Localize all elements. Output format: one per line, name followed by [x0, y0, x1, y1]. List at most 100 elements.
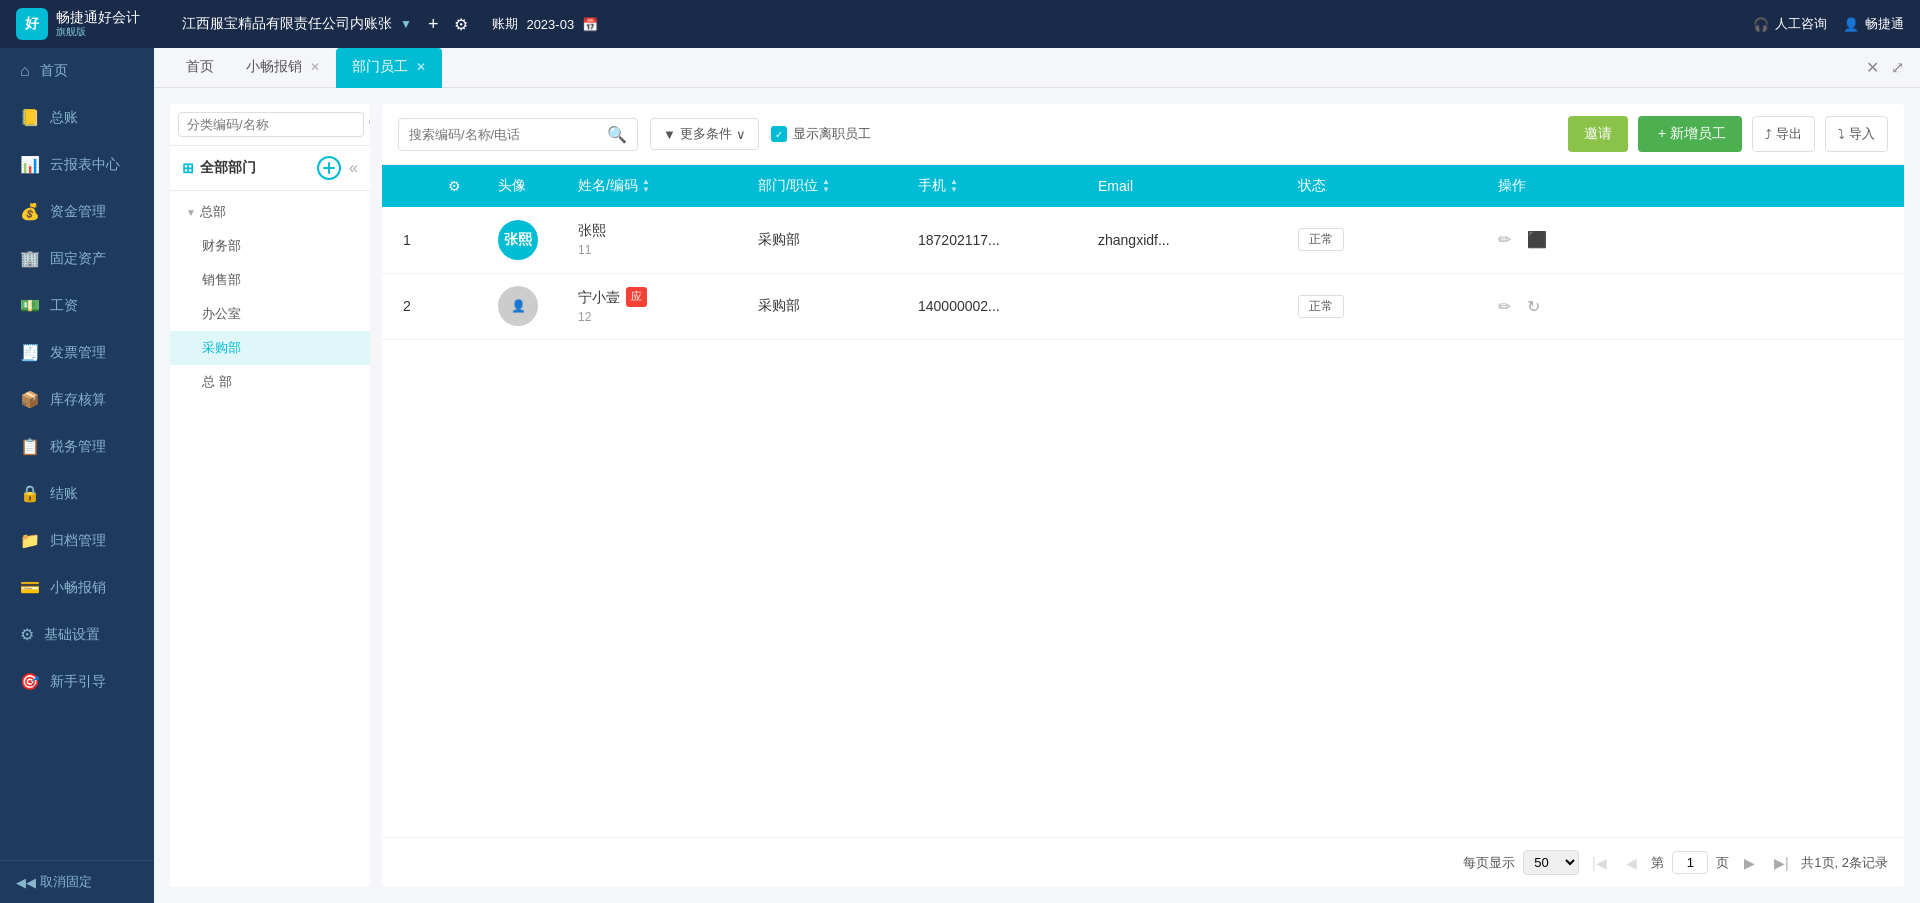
row1-edit-icon[interactable]: ✏: [1498, 230, 1511, 249]
tab-home[interactable]: 首页: [170, 48, 230, 88]
funds-icon: 💰: [20, 202, 40, 221]
logo-text-group: 畅捷通好会计 旗舰版: [56, 9, 140, 40]
close-accounts-icon: 🔒: [20, 484, 40, 503]
tab-department-close[interactable]: ✕: [416, 60, 426, 74]
sidebar-item-archive[interactable]: 📁 归档管理: [0, 517, 154, 564]
ledger-icon: 📒: [20, 108, 40, 127]
add-company-icon[interactable]: +: [428, 14, 439, 35]
show-leave-toggle[interactable]: ✓ 显示离职员工: [771, 125, 871, 143]
sidebar-item-inventory[interactable]: 📦 库存核算: [0, 376, 154, 423]
name-sort-icon[interactable]: ▲▼: [642, 178, 650, 194]
sidebar-item-assets[interactable]: 🏢 固定资产: [0, 235, 154, 282]
dept-header-icons: «: [317, 156, 358, 180]
cancel-fixed-btn[interactable]: ◀◀ 取消固定: [0, 860, 154, 903]
calendar-icon[interactable]: 📅: [582, 17, 598, 32]
invoice-icon: 🧾: [20, 343, 40, 362]
dept-panel: 🔍 ⊞ 全部部门 «: [170, 104, 370, 887]
tab-expand-icon[interactable]: ⤢: [1891, 58, 1904, 77]
employee-search-input[interactable]: [409, 127, 601, 142]
col-mobile[interactable]: 手机 ▲▼: [902, 165, 1082, 207]
first-page-btn[interactable]: |◀: [1587, 851, 1611, 875]
row2-name-code: 宁小壹 应 12: [562, 273, 742, 340]
row2-edit-icon[interactable]: ✏: [1498, 297, 1511, 316]
row1-dept: 采购部: [742, 207, 902, 273]
dept-tree: ▼ 总部 财务部 销售部 办公室 采购部: [170, 191, 370, 887]
sidebar-item-funds[interactable]: 💰 资金管理: [0, 188, 154, 235]
customer-service-btn[interactable]: 🎧 人工咨询: [1753, 15, 1827, 33]
last-page-btn[interactable]: ▶|: [1769, 851, 1793, 875]
import-btn[interactable]: ⤵ 导入: [1825, 116, 1888, 152]
main-layout: ⌂ 首页 📒 总账 📊 云报表中心 💰 资金管理 🏢 固定资产 💵 工资 🧾 发…: [0, 48, 1920, 903]
dept-sort-icon[interactable]: ▲▼: [822, 178, 830, 194]
period-value[interactable]: 2023-03: [526, 17, 574, 32]
dept-search-area: 🔍: [170, 104, 370, 146]
dept-collapse-icon[interactable]: «: [349, 159, 358, 177]
col-settings-icon[interactable]: ⚙: [448, 178, 461, 194]
employee-search-icon[interactable]: 🔍: [607, 125, 627, 144]
dept-item-general[interactable]: 总 部: [170, 365, 370, 399]
period-area: 账期 2023-03 📅: [492, 15, 598, 33]
dept-item-sales[interactable]: 销售部: [170, 263, 370, 297]
row2-mobile: 140000002...: [902, 273, 1082, 340]
sidebar-item-settings[interactable]: ⚙ 基础设置: [0, 611, 154, 658]
col-email: Email: [1082, 165, 1282, 207]
sidebar-item-ledger[interactable]: 📒 总账: [0, 94, 154, 141]
col-name-code[interactable]: 姓名/编码 ▲▼: [562, 165, 742, 207]
col-dept[interactable]: 部门/职位 ▲▼: [742, 165, 902, 207]
invite-btn[interactable]: 邀请: [1568, 116, 1628, 152]
dept-add-btn[interactable]: [317, 156, 341, 180]
archive-icon: 📁: [20, 531, 40, 550]
dept-item-office[interactable]: 办公室: [170, 297, 370, 331]
company-name: 江西服宝精品有限责任公司内账张: [182, 15, 392, 33]
sidebar-item-invoice[interactable]: 🧾 发票管理: [0, 329, 154, 376]
sidebar-item-expense[interactable]: 💳 小畅报销: [0, 564, 154, 611]
sidebar-item-salary[interactable]: 💵 工资: [0, 282, 154, 329]
row1-name: 张熙: [578, 219, 726, 241]
tab-close-window-icon[interactable]: ✕: [1866, 58, 1879, 77]
app-edition: 旗舰版: [56, 25, 140, 39]
tab-expense[interactable]: 小畅报销 ✕: [230, 48, 336, 88]
page-input[interactable]: [1672, 851, 1708, 874]
dept-item-finance[interactable]: 财务部: [170, 229, 370, 263]
show-leave-checkbox[interactable]: ✓: [771, 126, 787, 142]
logo-icon: 好: [16, 8, 48, 40]
expense-icon: 💳: [20, 578, 40, 597]
settings-icon[interactable]: ⚙: [454, 15, 468, 34]
row1-index: 1: [382, 207, 432, 273]
filter-icon: ▼: [663, 127, 676, 142]
content-area: 首页 小畅报销 ✕ 部门员工 ✕ ✕ ⤢ 🔍: [154, 48, 1920, 903]
reports-icon: 📊: [20, 155, 40, 174]
mobile-sort-icon[interactable]: ▲▼: [950, 178, 958, 194]
employee-search-box: 🔍: [398, 118, 638, 151]
filter-dropdown-icon: ∨: [736, 127, 746, 142]
dept-expand-icon: ▼: [186, 207, 196, 218]
tab-department[interactable]: 部门员工 ✕: [336, 48, 442, 88]
export-btn[interactable]: ⤴ 导出: [1752, 116, 1815, 152]
more-filter-btn[interactable]: ▼ 更多条件 ∨: [650, 118, 759, 150]
row1-logout-icon[interactable]: ⬛: [1527, 230, 1547, 249]
sidebar-item-close[interactable]: 🔒 结账: [0, 470, 154, 517]
home-icon: ⌂: [20, 62, 30, 80]
tab-expense-close[interactable]: ✕: [310, 60, 320, 74]
prev-page-btn[interactable]: ◀: [1619, 851, 1643, 875]
user-area[interactable]: 👤 畅捷通: [1843, 15, 1904, 33]
row1-code: 11: [578, 241, 726, 260]
dept-item-hq[interactable]: ▼ 总部: [170, 195, 370, 229]
row2-refresh-icon[interactable]: ↻: [1527, 297, 1540, 316]
sidebar-item-guide[interactable]: 🎯 新手引导: [0, 658, 154, 705]
per-page-select[interactable]: 50 100 200: [1523, 850, 1579, 875]
sidebar-item-home[interactable]: ⌂ 首页: [0, 48, 154, 94]
sidebar-item-reports[interactable]: 📊 云报表中心: [0, 141, 154, 188]
next-page-btn[interactable]: ▶: [1737, 851, 1761, 875]
salary-icon: 💵: [20, 296, 40, 315]
dept-search-icon[interactable]: 🔍: [368, 115, 370, 134]
sidebar-item-tax[interactable]: 📋 税务管理: [0, 423, 154, 470]
company-selector[interactable]: 江西服宝精品有限责任公司内账张 ▼: [182, 15, 412, 33]
table-row: 1 张熙 张熙 11: [382, 207, 1904, 273]
dept-search-input[interactable]: [178, 112, 364, 137]
add-employee-btn[interactable]: + 新增员工: [1638, 116, 1742, 152]
export-icon: ⤴: [1765, 127, 1772, 142]
col-settings[interactable]: ⚙: [432, 165, 482, 207]
row2-status-badge: 正常: [1298, 295, 1344, 318]
dept-item-purchase[interactable]: 采购部: [170, 331, 370, 365]
